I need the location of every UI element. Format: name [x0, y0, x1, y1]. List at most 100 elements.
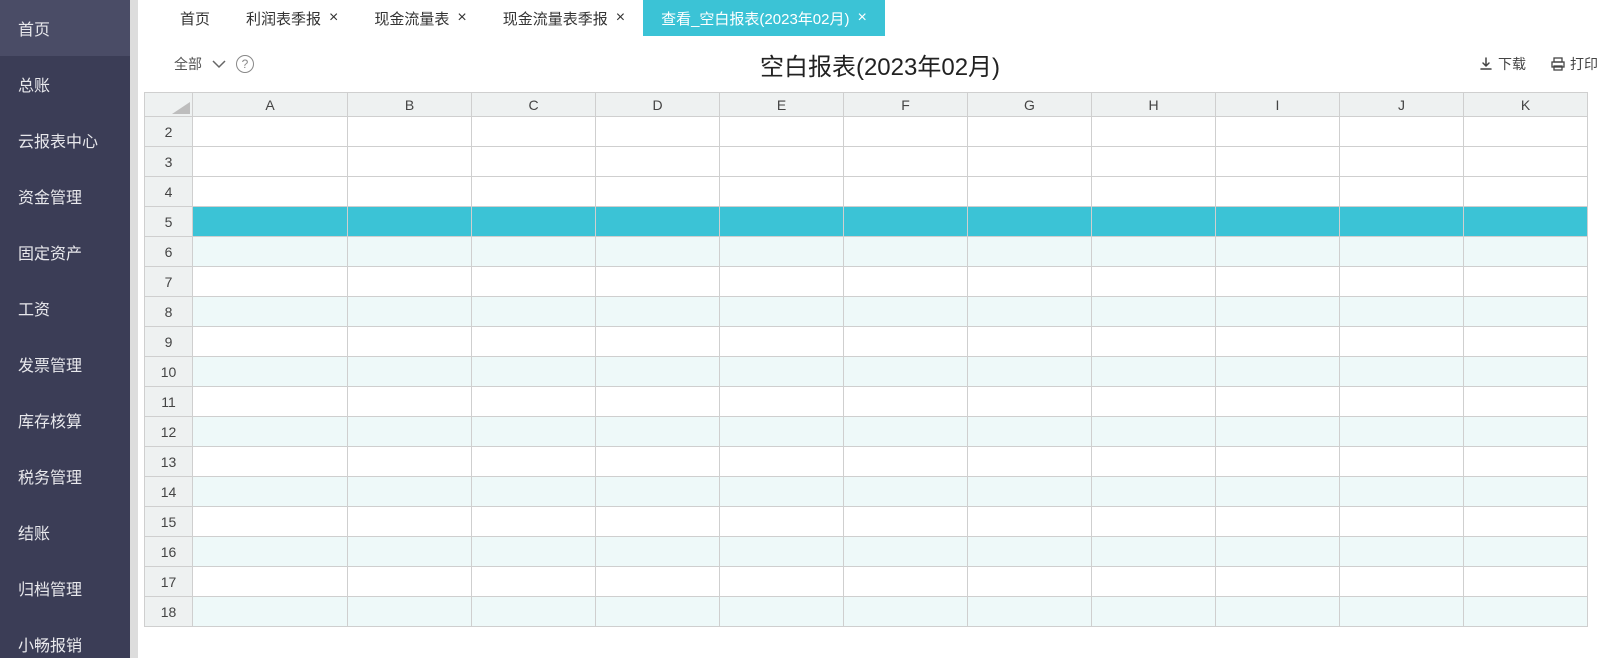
cell-E8[interactable]	[720, 297, 844, 327]
cell-K12[interactable]	[1464, 417, 1588, 447]
cell-B16[interactable]	[348, 537, 472, 567]
print-button[interactable]: 打印	[1550, 54, 1598, 74]
sidebar-item-funds[interactable]: 资金管理	[0, 168, 130, 224]
cell-D4[interactable]	[596, 177, 720, 207]
cell-B17[interactable]	[348, 567, 472, 597]
cell-C8[interactable]	[472, 297, 596, 327]
cell-F13[interactable]	[844, 447, 968, 477]
cell-J15[interactable]	[1340, 507, 1464, 537]
cell-J8[interactable]	[1340, 297, 1464, 327]
cell-A15[interactable]	[193, 507, 348, 537]
cell-K18[interactable]	[1464, 597, 1588, 627]
cell-H15[interactable]	[1092, 507, 1216, 537]
cell-D11[interactable]	[596, 387, 720, 417]
cell-J16[interactable]	[1340, 537, 1464, 567]
cell-F11[interactable]	[844, 387, 968, 417]
row-header-15[interactable]: 15	[145, 507, 193, 537]
cell-E2[interactable]	[720, 117, 844, 147]
cell-A16[interactable]	[193, 537, 348, 567]
cell-H8[interactable]	[1092, 297, 1216, 327]
cell-H18[interactable]	[1092, 597, 1216, 627]
cell-C18[interactable]	[472, 597, 596, 627]
cell-B4[interactable]	[348, 177, 472, 207]
cell-J10[interactable]	[1340, 357, 1464, 387]
cell-K3[interactable]	[1464, 147, 1588, 177]
cell-H13[interactable]	[1092, 447, 1216, 477]
cell-A5[interactable]	[193, 207, 348, 237]
cell-D12[interactable]	[596, 417, 720, 447]
cell-C6[interactable]	[472, 237, 596, 267]
cell-F17[interactable]	[844, 567, 968, 597]
cell-A10[interactable]	[193, 357, 348, 387]
cell-D17[interactable]	[596, 567, 720, 597]
cell-E10[interactable]	[720, 357, 844, 387]
cell-K14[interactable]	[1464, 477, 1588, 507]
cell-E7[interactable]	[720, 267, 844, 297]
cell-D8[interactable]	[596, 297, 720, 327]
tab-0[interactable]: 首页	[162, 0, 228, 36]
cell-H9[interactable]	[1092, 327, 1216, 357]
cell-F18[interactable]	[844, 597, 968, 627]
sidebar-item-tax[interactable]: 税务管理	[0, 448, 130, 504]
cell-F9[interactable]	[844, 327, 968, 357]
row-header-10[interactable]: 10	[145, 357, 193, 387]
cell-H10[interactable]	[1092, 357, 1216, 387]
close-icon[interactable]: ×	[457, 10, 466, 26]
cell-G10[interactable]	[968, 357, 1092, 387]
cell-G12[interactable]	[968, 417, 1092, 447]
cell-D13[interactable]	[596, 447, 720, 477]
cell-D5[interactable]	[596, 207, 720, 237]
cell-F12[interactable]	[844, 417, 968, 447]
cell-K10[interactable]	[1464, 357, 1588, 387]
cell-D10[interactable]	[596, 357, 720, 387]
cell-G5[interactable]	[968, 207, 1092, 237]
cell-D15[interactable]	[596, 507, 720, 537]
cell-K8[interactable]	[1464, 297, 1588, 327]
cell-H5[interactable]	[1092, 207, 1216, 237]
cell-D18[interactable]	[596, 597, 720, 627]
cell-J3[interactable]	[1340, 147, 1464, 177]
cell-B13[interactable]	[348, 447, 472, 477]
cell-B2[interactable]	[348, 117, 472, 147]
cell-J5[interactable]	[1340, 207, 1464, 237]
cell-G15[interactable]	[968, 507, 1092, 537]
cell-J12[interactable]	[1340, 417, 1464, 447]
cell-G18[interactable]	[968, 597, 1092, 627]
cell-J2[interactable]	[1340, 117, 1464, 147]
column-header-E[interactable]: E	[720, 93, 844, 117]
download-button[interactable]: 下载	[1478, 54, 1526, 74]
column-header-D[interactable]: D	[596, 93, 720, 117]
cell-B15[interactable]	[348, 507, 472, 537]
cell-F14[interactable]	[844, 477, 968, 507]
cell-J4[interactable]	[1340, 177, 1464, 207]
cell-A3[interactable]	[193, 147, 348, 177]
cell-I18[interactable]	[1216, 597, 1340, 627]
cell-G14[interactable]	[968, 477, 1092, 507]
filter-dropdown[interactable]: 全部 ?	[174, 54, 254, 74]
cell-I5[interactable]	[1216, 207, 1340, 237]
cell-E4[interactable]	[720, 177, 844, 207]
cell-I4[interactable]	[1216, 177, 1340, 207]
row-header-16[interactable]: 16	[145, 537, 193, 567]
sidebar-item-cloud-report[interactable]: 云报表中心	[0, 112, 130, 168]
cell-I3[interactable]	[1216, 147, 1340, 177]
cell-F8[interactable]	[844, 297, 968, 327]
cell-G8[interactable]	[968, 297, 1092, 327]
cell-D14[interactable]	[596, 477, 720, 507]
cell-A18[interactable]	[193, 597, 348, 627]
row-header-18[interactable]: 18	[145, 597, 193, 627]
help-icon[interactable]: ?	[236, 55, 254, 73]
cell-D9[interactable]	[596, 327, 720, 357]
cell-B12[interactable]	[348, 417, 472, 447]
row-header-17[interactable]: 17	[145, 567, 193, 597]
cell-I8[interactable]	[1216, 297, 1340, 327]
close-icon[interactable]: ×	[857, 10, 866, 26]
column-header-G[interactable]: G	[968, 93, 1092, 117]
cell-H17[interactable]	[1092, 567, 1216, 597]
cell-E14[interactable]	[720, 477, 844, 507]
cell-F3[interactable]	[844, 147, 968, 177]
cell-C9[interactable]	[472, 327, 596, 357]
cell-K9[interactable]	[1464, 327, 1588, 357]
cell-B9[interactable]	[348, 327, 472, 357]
cell-D7[interactable]	[596, 267, 720, 297]
